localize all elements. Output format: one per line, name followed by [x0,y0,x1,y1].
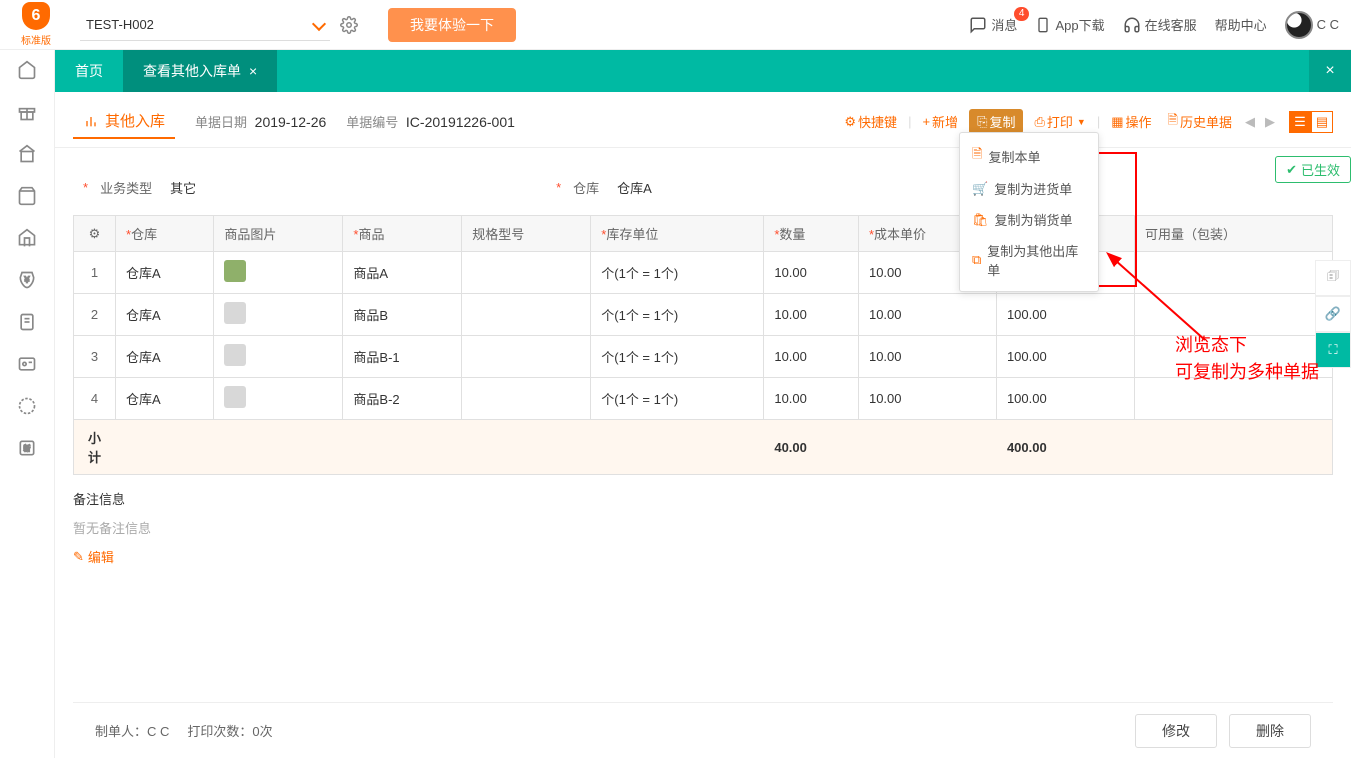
company-name: TEST-H002 [86,17,154,32]
history-button[interactable]: 🗎历史单据 [1163,109,1237,135]
edit-remark-link[interactable]: ✎ 编辑 [73,547,1333,566]
svg-text:¥: ¥ [24,275,30,285]
copy-as-other-out[interactable]: ⧉复制为其他出库单 [960,235,1098,285]
subtotal-row: 小计 40.00 400.00 [74,420,1333,475]
col-spec: 规格型号 [462,216,591,252]
tab-strip: 首页 查看其他入库单 × × [55,50,1351,92]
nav-home-icon[interactable] [15,58,39,82]
plus-icon: + [922,114,930,129]
product-image-thumb [224,260,246,282]
prev-icon[interactable]: ◀ [1243,114,1257,130]
help-link[interactable]: 帮助中心 [1215,15,1267,34]
nav-clipboard-icon[interactable] [15,310,39,334]
user-menu[interactable]: C C [1285,11,1339,39]
print-count-label: 打印次数：0次 [187,721,272,740]
tabstrip-close-button[interactable]: × [1309,50,1351,92]
nav-in-icon[interactable] [15,142,39,166]
cart-icon: 🛒 [972,181,988,197]
nav-money-icon[interactable]: ¥ [15,268,39,292]
app-download-link[interactable]: App下载 [1035,15,1104,34]
table-row[interactable]: 4仓库A商品B-2个(1个 = 1个)10.0010.00100.00 [74,378,1333,420]
grid-icon: ▦ [1111,114,1123,130]
delete-button[interactable]: 删除 [1229,714,1311,748]
msg-badge: 4 [1014,7,1030,21]
company-selector[interactable]: TEST-H002 [80,9,330,41]
nav-gift-icon[interactable] [15,100,39,124]
phone-icon [1035,16,1051,34]
col-qty: *数量 [764,216,859,252]
product-image-thumb [224,344,246,366]
float-link-icon[interactable]: 🔗 [1315,296,1351,332]
new-button[interactable]: +新增 [917,110,963,133]
edit-icon: ✎ [73,549,84,565]
col-product: *商品 [343,216,462,252]
logo-icon: 6 [22,2,50,30]
brand-logo[interactable]: 6 标准版 [12,2,60,47]
doc-number: 单据编号 IC-20191226-001 [346,112,515,131]
gear-column-icon[interactable]: ⚙ [74,216,116,252]
headset-icon [1123,16,1141,34]
col-unit: *库存单位 [591,216,764,252]
view-grid-button[interactable]: ▤ [1311,111,1333,133]
trial-button[interactable]: 我要体验一下 [388,8,516,42]
online-service-link[interactable]: 在线客服 [1123,15,1197,34]
nav-bag-icon[interactable] [15,184,39,208]
tab-home[interactable]: 首页 [55,50,123,92]
status-badge: ✔ 已生效 [1275,156,1351,183]
shortcut-button[interactable]: ⚙快捷键 [839,110,902,133]
doc-date: 单据日期 2019-12-26 [195,112,326,131]
float-note-icon[interactable]: 🗊 [1315,260,1351,296]
chart-icon [83,113,99,129]
bag-icon: 🛍 [972,212,989,228]
remark-title: 备注信息 [73,489,1333,508]
svg-text:新: 新 [24,444,31,453]
view-list-button[interactable]: ☰ [1289,111,1311,133]
copy-as-sale[interactable]: 🛍复制为销货单 [960,204,1098,235]
float-expand-icon[interactable]: ⛶ [1315,332,1351,368]
print-icon: ⎙ [1034,114,1044,130]
messages-link[interactable]: 消息 4 [969,15,1017,34]
ops-button[interactable]: ▦操作 [1106,110,1156,133]
file-icon: 🗎 [1168,111,1178,133]
col-image: 商品图片 [214,216,343,252]
gear-icon: ⚙ [844,114,856,130]
copy-this-doc[interactable]: 🗎复制本单 [960,139,1098,173]
gear-icon[interactable] [340,16,358,34]
tab-current[interactable]: 查看其他入库单 × [123,50,277,92]
chevron-down-icon [312,17,326,31]
avatar [1285,11,1313,39]
maker-label: 制单人：C C [95,721,169,740]
layers-icon: ⧉ [972,252,981,268]
float-tools: 🗊 🔗 ⛶ [1315,260,1351,368]
col-available: 可用量（包装） [1134,216,1332,252]
copy-as-purchase[interactable]: 🛒复制为进货单 [960,173,1098,204]
biz-type-field: *业务类型 其它 [83,178,196,197]
nav-new-icon[interactable]: 新 [15,436,39,460]
copy-dropdown: 🗎复制本单 🛒复制为进货单 🛍复制为销货单 ⧉复制为其他出库单 [959,132,1099,292]
edit-button[interactable]: 修改 [1135,714,1217,748]
footer: 制单人：C C 打印次数：0次 修改 删除 [73,702,1333,758]
annotation-text: 浏览态下 可复制为多种单据 [1175,332,1319,386]
message-icon [969,16,987,34]
warehouse-field: *仓库 仓库A [556,178,652,197]
chevron-down-icon: ▼ [1077,117,1086,127]
nav-house-icon[interactable] [15,226,39,250]
print-button[interactable]: ⎙打印▼ [1029,110,1090,133]
check-icon: ✔ [1286,162,1297,178]
product-image-thumb [224,386,246,408]
product-image-thumb [224,302,246,324]
brand-badge: 标准版 [21,32,51,47]
side-nav: ¥ 新 [0,50,55,758]
remark-none: 暂无备注信息 [73,518,1333,537]
copy-icon: ⎘ [977,114,987,130]
nav-id-icon[interactable] [15,352,39,376]
nav-sync-icon[interactable] [15,394,39,418]
page-type-tab[interactable]: 其他入库 [73,104,175,139]
copy-button[interactable]: ⎘复制 [969,109,1023,134]
close-icon[interactable]: × [249,63,257,79]
col-warehouse: *仓库 [116,216,214,252]
next-icon[interactable]: ▶ [1263,114,1277,130]
file-icon: 🗎 [972,145,982,167]
